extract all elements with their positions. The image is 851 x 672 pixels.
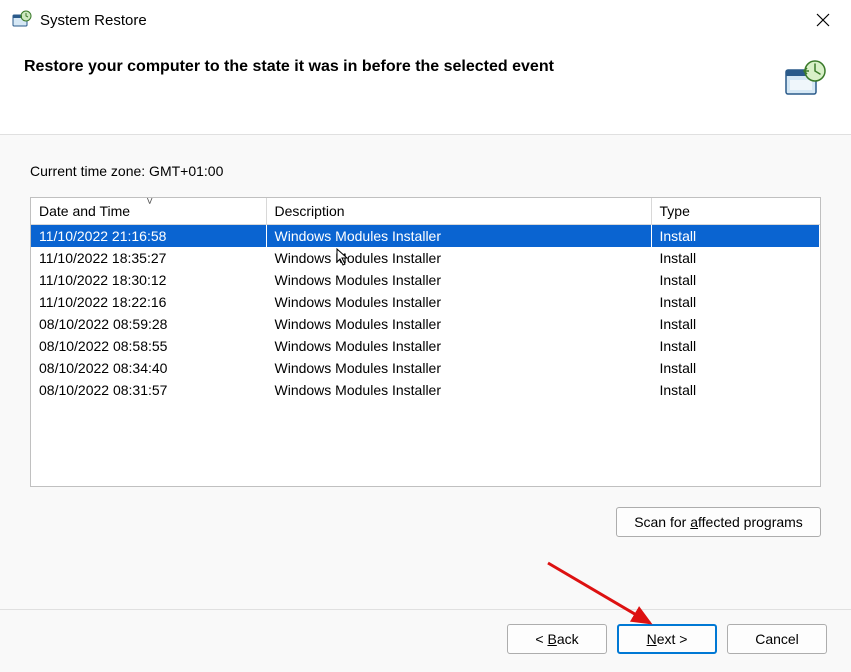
sort-descending-icon: ⋁ — [146, 197, 153, 205]
cell-type: Install — [651, 291, 820, 313]
cell-date: 08/10/2022 08:31:57 — [31, 379, 266, 401]
column-header-type[interactable]: Type — [651, 198, 820, 225]
scan-label-post: ffected programs — [698, 514, 803, 530]
window-title: System Restore — [40, 12, 807, 29]
cell-date: 11/10/2022 21:16:58 — [31, 225, 266, 247]
cell-desc — [266, 423, 651, 445]
cell-date — [31, 423, 266, 445]
cell-type: Install — [651, 269, 820, 291]
cell-type: Install — [651, 225, 820, 247]
table-header-row: Date and Time ⋁ Description Type — [31, 198, 820, 225]
scan-affected-programs-button[interactable]: Scan for affected programs — [616, 507, 821, 537]
cell-type — [651, 423, 820, 445]
timezone-label: Current time zone: GMT+01:00 — [30, 163, 821, 179]
cell-desc — [266, 401, 651, 423]
cell-date: 11/10/2022 18:30:12 — [31, 269, 266, 291]
next-label-post: ext > — [657, 631, 688, 647]
cell-desc: Windows Modules Installer — [266, 269, 651, 291]
back-label-accel: B — [547, 631, 556, 647]
table-row[interactable] — [31, 401, 820, 423]
back-label-pre: < — [535, 631, 547, 647]
scan-button-row: Scan for affected programs — [30, 487, 821, 545]
cell-date — [31, 445, 266, 467]
cell-type: Install — [651, 379, 820, 401]
system-restore-large-icon — [783, 58, 827, 102]
table-row[interactable]: 11/10/2022 18:30:12Windows Modules Insta… — [31, 269, 820, 291]
page-title: Restore your computer to the state it wa… — [24, 58, 783, 76]
table-row[interactable]: 08/10/2022 08:58:55Windows Modules Insta… — [31, 335, 820, 357]
cell-desc: Windows Modules Installer — [266, 379, 651, 401]
column-header-date-label: Date and Time — [39, 203, 130, 219]
cell-type — [651, 401, 820, 423]
next-label-accel: N — [647, 631, 657, 647]
back-label-post: ack — [557, 631, 579, 647]
restore-points-table[interactable]: Date and Time ⋁ Description Type 11/10/20… — [30, 197, 821, 487]
titlebar: System Restore — [0, 0, 851, 40]
wizard-button-bar: < Back Next > Cancel — [0, 609, 851, 672]
close-icon — [816, 13, 830, 27]
cancel-button[interactable]: Cancel — [727, 624, 827, 654]
table-row[interactable]: 11/10/2022 18:22:16Windows Modules Insta… — [31, 291, 820, 313]
scan-label-accel: a — [690, 514, 698, 530]
table-row[interactable] — [31, 423, 820, 445]
cell-date — [31, 401, 266, 423]
content-area: Current time zone: GMT+01:00 Date and Ti… — [0, 135, 851, 609]
cell-type — [651, 445, 820, 467]
cell-date: 08/10/2022 08:58:55 — [31, 335, 266, 357]
cell-date: 11/10/2022 18:22:16 — [31, 291, 266, 313]
cell-desc: Windows Modules Installer — [266, 335, 651, 357]
cell-desc: Windows Modules Installer — [266, 291, 651, 313]
table-row[interactable]: 11/10/2022 21:16:58Windows Modules Insta… — [31, 225, 820, 247]
cell-desc: Windows Modules Installer — [266, 313, 651, 335]
cell-type: Install — [651, 247, 820, 269]
cell-desc: Windows Modules Installer — [266, 357, 651, 379]
table-row[interactable]: 11/10/2022 18:35:27Windows Modules Insta… — [31, 247, 820, 269]
cell-desc: Windows Modules Installer — [266, 225, 651, 247]
cell-date: 08/10/2022 08:59:28 — [31, 313, 266, 335]
close-button[interactable] — [807, 4, 839, 36]
cell-type: Install — [651, 313, 820, 335]
table-row[interactable]: 08/10/2022 08:59:28Windows Modules Insta… — [31, 313, 820, 335]
scan-label-pre: Scan for — [634, 514, 690, 530]
cell-date: 11/10/2022 18:35:27 — [31, 247, 266, 269]
column-header-date[interactable]: Date and Time ⋁ — [31, 198, 266, 225]
cell-date: 08/10/2022 08:34:40 — [31, 357, 266, 379]
table-row[interactable]: 08/10/2022 08:34:40Windows Modules Insta… — [31, 357, 820, 379]
back-button[interactable]: < Back — [507, 624, 607, 654]
table-row[interactable]: 08/10/2022 08:31:57Windows Modules Insta… — [31, 379, 820, 401]
system-restore-icon — [12, 10, 32, 30]
cell-type: Install — [651, 335, 820, 357]
cell-desc — [266, 445, 651, 467]
column-header-description[interactable]: Description — [266, 198, 651, 225]
cell-desc: Windows Modules Installer — [266, 247, 651, 269]
cell-type: Install — [651, 357, 820, 379]
next-button[interactable]: Next > — [617, 624, 717, 654]
table-row[interactable] — [31, 445, 820, 467]
wizard-header: Restore your computer to the state it wa… — [0, 40, 851, 134]
